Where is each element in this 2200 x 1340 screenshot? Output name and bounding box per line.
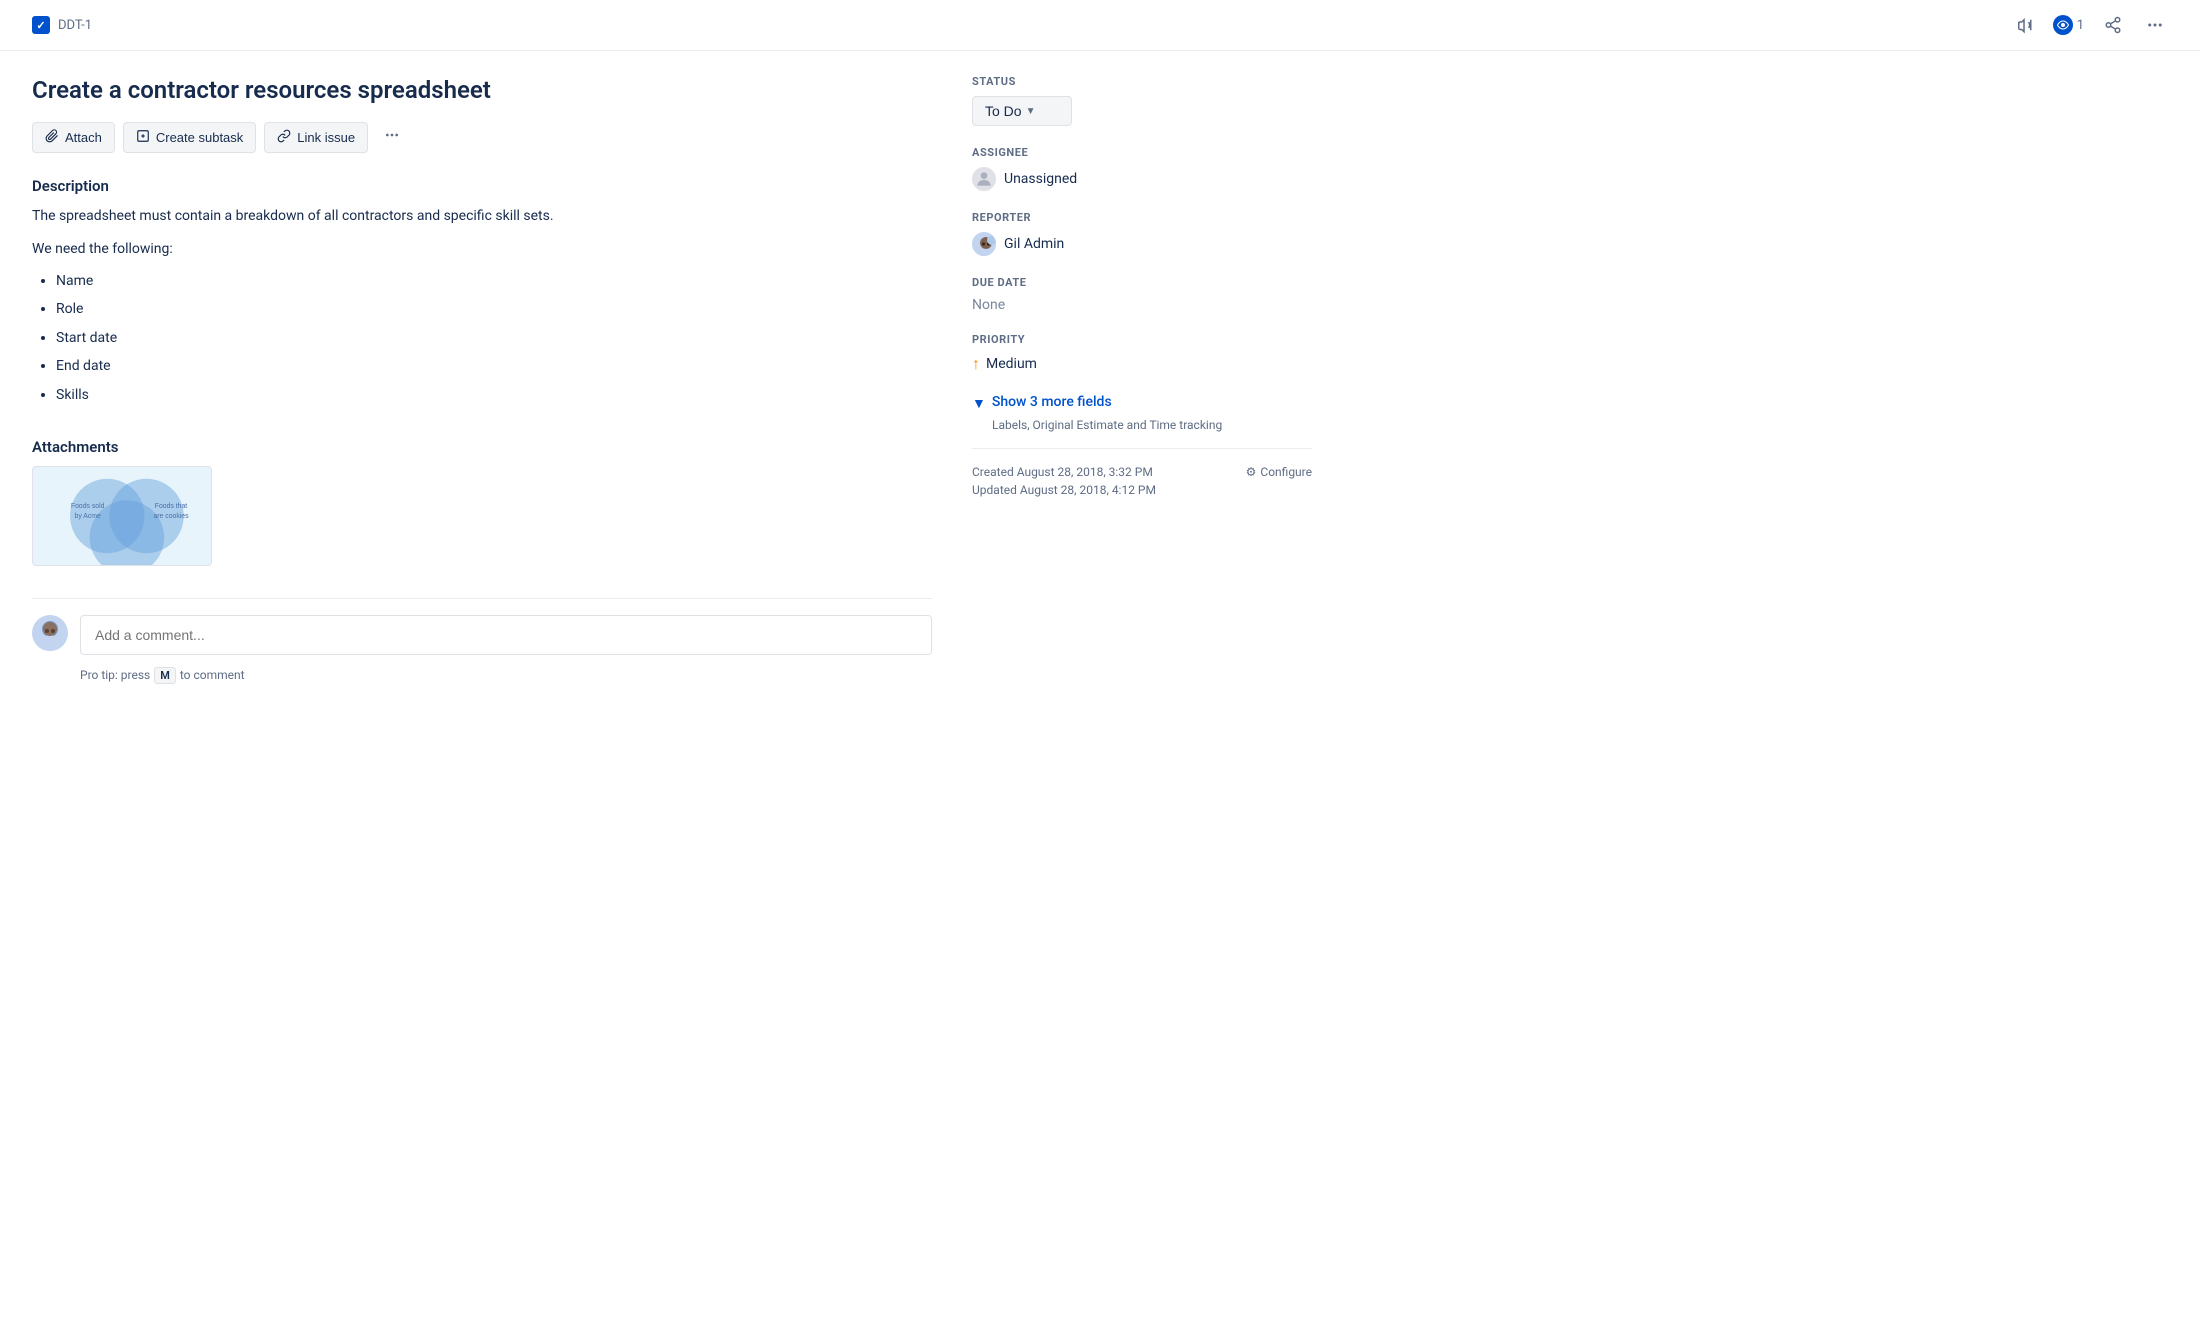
assignee-label: ASSIGNEE (972, 146, 1312, 159)
updated-meta: Updated August 28, 2018, 4:12 PM (972, 483, 1156, 497)
assignee-avatar (972, 167, 996, 191)
status-dropdown[interactable]: To Do ▼ (972, 96, 1072, 126)
watch-button[interactable]: 1 (2053, 15, 2084, 35)
due-date-section: DUE DATE None (972, 276, 1312, 313)
reporter-value: Gil Admin (1004, 236, 1064, 252)
attach-icon (45, 129, 59, 146)
comment-input[interactable] (80, 615, 932, 655)
svg-text:are cookies: are cookies (153, 513, 189, 520)
subtask-label: Create subtask (156, 130, 243, 145)
gear-icon: ⚙ (1246, 465, 1257, 479)
issue-type-icon (32, 16, 50, 34)
configure-link[interactable]: ⚙ Configure (1246, 465, 1312, 479)
watch-icon (2053, 15, 2073, 35)
subtask-icon (136, 129, 150, 146)
reporter-avatar (972, 232, 996, 256)
list-item: Role (56, 298, 932, 320)
watch-count: 1 (2077, 18, 2084, 33)
list-item: End date (56, 355, 932, 377)
show-more-fields[interactable]: ▼ Show 3 more fields (972, 394, 1312, 412)
status-value: To Do (985, 103, 1022, 119)
due-date-label: DUE DATE (972, 276, 1312, 289)
priority-section: PRIORITY ↑ Medium (972, 333, 1312, 374)
chevron-down-icon: ▼ (972, 395, 986, 412)
pro-tip: Pro tip: press M to comment (32, 667, 932, 684)
description-list: Name Role Start date End date Skills (32, 270, 932, 406)
status-section: STATUS To Do ▼ (972, 75, 1312, 126)
issue-title: Create a contractor resources spreadshee… (32, 75, 932, 106)
description-section: Description The spreadsheet must contain… (32, 177, 932, 406)
create-subtask-button[interactable]: Create subtask (123, 122, 256, 153)
assignee-section: ASSIGNEE Unassigned (972, 146, 1312, 191)
description-heading: Description (32, 177, 932, 195)
attach-label: Attach (65, 130, 102, 145)
reporter-label: REPORTER (972, 211, 1312, 224)
action-bar: Attach Create subtask (32, 122, 932, 153)
link-issue-button[interactable]: Link issue (264, 122, 368, 153)
configure-label: Configure (1260, 465, 1312, 479)
priority-value: Medium (986, 356, 1037, 372)
chevron-down-icon: ▼ (1026, 106, 1036, 117)
svg-text:by Acme: by Acme (75, 513, 101, 520)
svg-text:Foods that: Foods that (155, 503, 188, 510)
attach-button[interactable]: Attach (32, 122, 115, 153)
current-user-avatar (32, 615, 68, 651)
sidebar-divider (972, 448, 1312, 449)
meta-footer: Created August 28, 2018, 3:32 PM Updated… (972, 465, 1312, 501)
reporter-row[interactable]: Gil Admin (972, 232, 1312, 256)
keyboard-shortcut-badge: M (154, 667, 176, 684)
attachments-section: Attachments Foods sold by Acme Foods tha… (32, 438, 932, 566)
list-item: Name (56, 270, 932, 292)
priority-arrow-icon: ↑ (972, 354, 980, 374)
status-label: STATUS (972, 75, 1312, 88)
issue-id: DDT-1 (58, 18, 92, 33)
link-label: Link issue (297, 130, 355, 145)
reporter-section: REPORTER Gil Admin (972, 211, 1312, 256)
attachments-heading: Attachments (32, 438, 932, 456)
assignee-value: Unassigned (1004, 171, 1077, 187)
list-item: Skills (56, 384, 932, 406)
description-para2: We need the following: (32, 238, 932, 260)
assignee-row[interactable]: Unassigned (972, 167, 1312, 191)
attachment-thumbnail[interactable]: Foods sold by Acme Foods that are cookie… (32, 466, 212, 566)
more-actions-button[interactable] (376, 123, 408, 152)
priority-label: PRIORITY (972, 333, 1312, 346)
due-date-value: None (972, 297, 1005, 313)
svg-text:Foods sold: Foods sold (71, 503, 105, 510)
list-item: Start date (56, 327, 932, 349)
description-para1: The spreadsheet must contain a breakdown… (32, 205, 932, 227)
show-more-label: Show 3 more fields (992, 394, 1112, 410)
priority-row[interactable]: ↑ Medium (972, 354, 1312, 374)
more-options-button[interactable] (2142, 12, 2168, 38)
comment-area (32, 615, 932, 655)
link-icon (277, 129, 291, 146)
created-meta: Created August 28, 2018, 3:32 PM (972, 465, 1156, 479)
share-button[interactable] (2100, 12, 2126, 38)
megaphone-button[interactable] (2011, 12, 2037, 38)
show-more-subtext: Labels, Original Estimate and Time track… (992, 418, 1312, 432)
